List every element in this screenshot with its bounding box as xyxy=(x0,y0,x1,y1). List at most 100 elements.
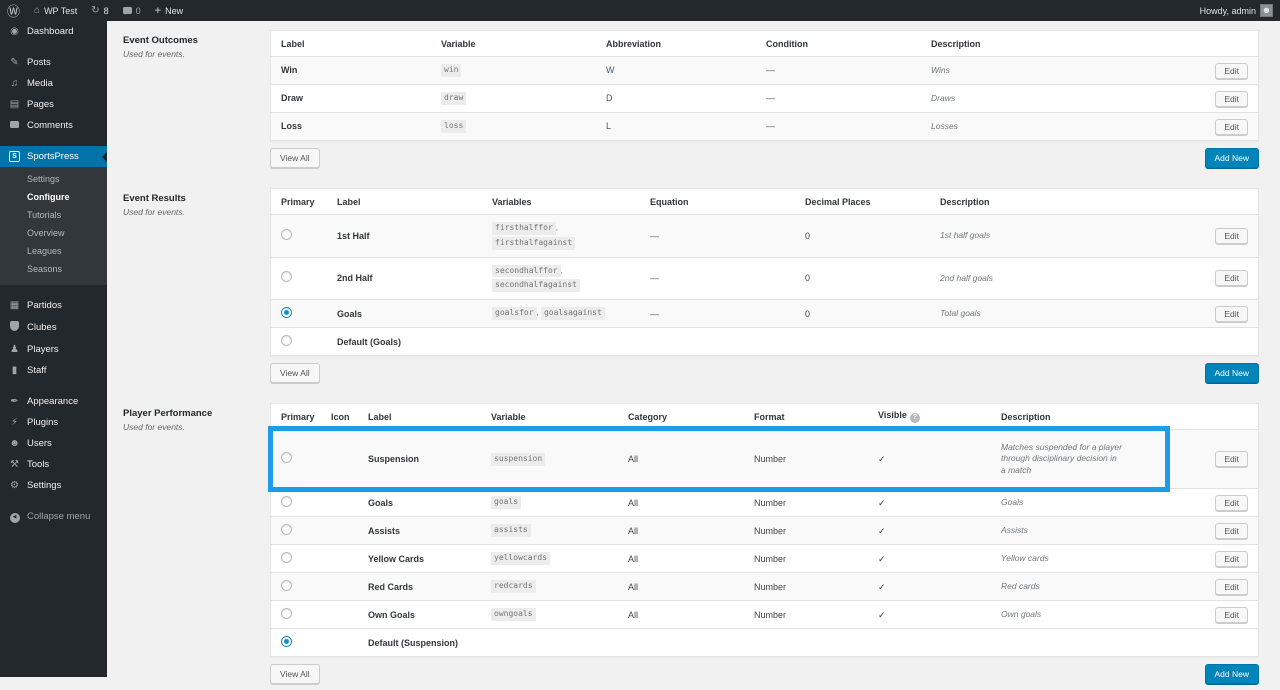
primary-radio[interactable] xyxy=(281,552,292,563)
primary-radio[interactable] xyxy=(281,580,292,591)
edit-button[interactable]: Edit xyxy=(1215,91,1248,107)
sidebar-item-clubes[interactable]: Clubes xyxy=(0,316,107,339)
edit-button[interactable]: Edit xyxy=(1215,523,1248,539)
updates-menu[interactable]: ↻ 8 xyxy=(84,0,115,21)
row-label: Loss xyxy=(271,114,431,138)
edit-button[interactable]: Edit xyxy=(1215,119,1248,135)
column-header: Decimal Places xyxy=(795,191,930,213)
variable-code: secondhalffor xyxy=(492,265,561,278)
shirt-icon: ♟ xyxy=(8,345,21,355)
sidebar-item-posts[interactable]: ✎ Posts xyxy=(0,52,107,73)
event-results-table: Primary Label Variables Equation Decimal… xyxy=(270,188,1259,356)
comments-menu[interactable]: 0 xyxy=(116,0,148,21)
table-header-row: Primary Icon Label Variable Category For… xyxy=(271,404,1258,429)
visible-check: ✓ xyxy=(868,575,991,599)
icon-cell xyxy=(321,497,358,509)
variable-code: yellowcards xyxy=(491,552,550,565)
decimal-places-value: 0 xyxy=(795,266,930,290)
submenu-item-seasons[interactable]: Seasons xyxy=(0,260,107,278)
site-name: WP Test xyxy=(44,6,77,16)
sidebar-item-label: Posts xyxy=(27,57,51,68)
view-all-button[interactable]: View All xyxy=(270,148,320,168)
visible-check: ✓ xyxy=(868,519,991,543)
event-outcomes-table: Label Variable Abbreviation Condition De… xyxy=(270,30,1259,141)
section-event-results: Event Results Used for events. Primary L… xyxy=(123,188,1259,403)
edit-button[interactable]: Edit xyxy=(1215,607,1248,623)
sidebar-item-appearance[interactable]: ✒ Appearance xyxy=(0,391,107,412)
edit-button[interactable]: Edit xyxy=(1215,451,1248,467)
edit-button[interactable]: Edit xyxy=(1215,306,1248,322)
admin-sidebar: ◉ Dashboard ✎ Posts ♫ Media ▤ Pages Comm… xyxy=(0,21,107,677)
sidebar-item-pages[interactable]: ▤ Pages xyxy=(0,94,107,115)
edit-button[interactable]: Edit xyxy=(1215,579,1248,595)
primary-radio-checked[interactable] xyxy=(281,307,292,318)
view-all-button[interactable]: View All xyxy=(270,664,320,684)
sidebar-item-settings[interactable]: ⚙ Settings xyxy=(0,475,107,496)
primary-radio[interactable] xyxy=(281,496,292,507)
avatar: ☻ xyxy=(1260,4,1273,17)
column-header: Icon xyxy=(321,406,358,428)
sidebar-item-plugins[interactable]: ⚡ Plugins xyxy=(0,412,107,433)
sidebar-item-comments[interactable]: Comments xyxy=(0,115,107,136)
sidebar-item-partidos[interactable]: ▦ Partidos xyxy=(0,295,107,316)
wp-logo-menu[interactable]: Ⓦ xyxy=(0,0,27,21)
column-header: Category xyxy=(618,406,744,428)
new-content-menu[interactable]: + New xyxy=(148,0,190,21)
edit-button[interactable]: Edit xyxy=(1215,551,1248,567)
submenu-item-settings[interactable]: Settings xyxy=(0,170,107,188)
primary-radio[interactable] xyxy=(281,524,292,535)
table-row: Goals goals All Number ✓ Goals Edit xyxy=(271,488,1258,516)
shield-icon xyxy=(8,321,21,334)
table-row: Own Goals owngoals All Number ✓ Own goal… xyxy=(271,600,1258,628)
add-new-button[interactable]: Add New xyxy=(1205,363,1260,383)
condition-value: — xyxy=(756,86,921,110)
menu-separator xyxy=(0,42,107,52)
table-row: 1st Half firsthalfforfirsthalfagainst — … xyxy=(271,214,1258,257)
visible-check: ✓ xyxy=(868,547,991,571)
format-value: Number xyxy=(744,519,868,543)
sidebar-item-media[interactable]: ♫ Media xyxy=(0,73,107,94)
sidebar-item-staff[interactable]: ▮ Staff xyxy=(0,360,107,381)
view-all-button[interactable]: View All xyxy=(270,363,320,383)
primary-radio[interactable] xyxy=(281,452,292,463)
sidebar-item-tools[interactable]: ⚒ Tools xyxy=(0,454,107,475)
submenu-item-configure[interactable]: Configure xyxy=(0,188,107,206)
variable-code: firsthalffor xyxy=(492,222,556,235)
row-label: Goals xyxy=(358,491,481,515)
primary-radio-checked[interactable] xyxy=(281,636,292,647)
column-header: Condition xyxy=(756,33,921,55)
my-account-menu[interactable]: Howdy, admin ☻ xyxy=(1193,0,1280,21)
submenu-item-overview[interactable]: Overview xyxy=(0,224,107,242)
edit-button[interactable]: Edit xyxy=(1215,495,1248,511)
description-value: Yellow cards xyxy=(991,547,1174,570)
help-icon[interactable]: ? xyxy=(910,413,920,423)
pages-icon: ▤ xyxy=(8,100,21,110)
site-name-menu[interactable]: ⌂ WP Test xyxy=(27,0,84,21)
paintbrush-icon: ✒ xyxy=(8,397,21,407)
primary-radio[interactable] xyxy=(281,335,292,346)
wordpress-logo-icon: Ⓦ xyxy=(7,1,20,20)
sidebar-item-sportspress[interactable]: S SportsPress xyxy=(0,146,107,167)
primary-radio[interactable] xyxy=(281,271,292,282)
sidebar-item-users[interactable]: ☻ Users xyxy=(0,433,107,454)
id-badge-icon: ▮ xyxy=(8,366,21,376)
edit-button[interactable]: Edit xyxy=(1215,228,1248,244)
sidebar-item-players[interactable]: ♟ Players xyxy=(0,339,107,360)
submenu-item-tutorials[interactable]: Tutorials xyxy=(0,206,107,224)
row-label: Own Goals xyxy=(358,603,481,627)
submenu-item-leagues[interactable]: Leagues xyxy=(0,242,107,260)
sidebar-item-label: Clubes xyxy=(27,322,57,333)
condition-value: — xyxy=(756,58,921,82)
format-value: Number xyxy=(744,603,868,627)
add-new-button[interactable]: Add New xyxy=(1205,664,1260,684)
primary-radio[interactable] xyxy=(281,608,292,619)
edit-button[interactable]: Edit xyxy=(1215,270,1248,286)
section-title: Event Results xyxy=(123,193,260,204)
collapse-menu-button[interactable]: ◀ Collapse menu xyxy=(0,506,107,528)
sidebar-item-dashboard[interactable]: ◉ Dashboard xyxy=(0,21,107,42)
row-label: Yellow Cards xyxy=(358,547,481,571)
primary-radio[interactable] xyxy=(281,229,292,240)
variable-code: win xyxy=(441,64,461,77)
add-new-button[interactable]: Add New xyxy=(1205,148,1260,168)
edit-button[interactable]: Edit xyxy=(1215,63,1248,79)
